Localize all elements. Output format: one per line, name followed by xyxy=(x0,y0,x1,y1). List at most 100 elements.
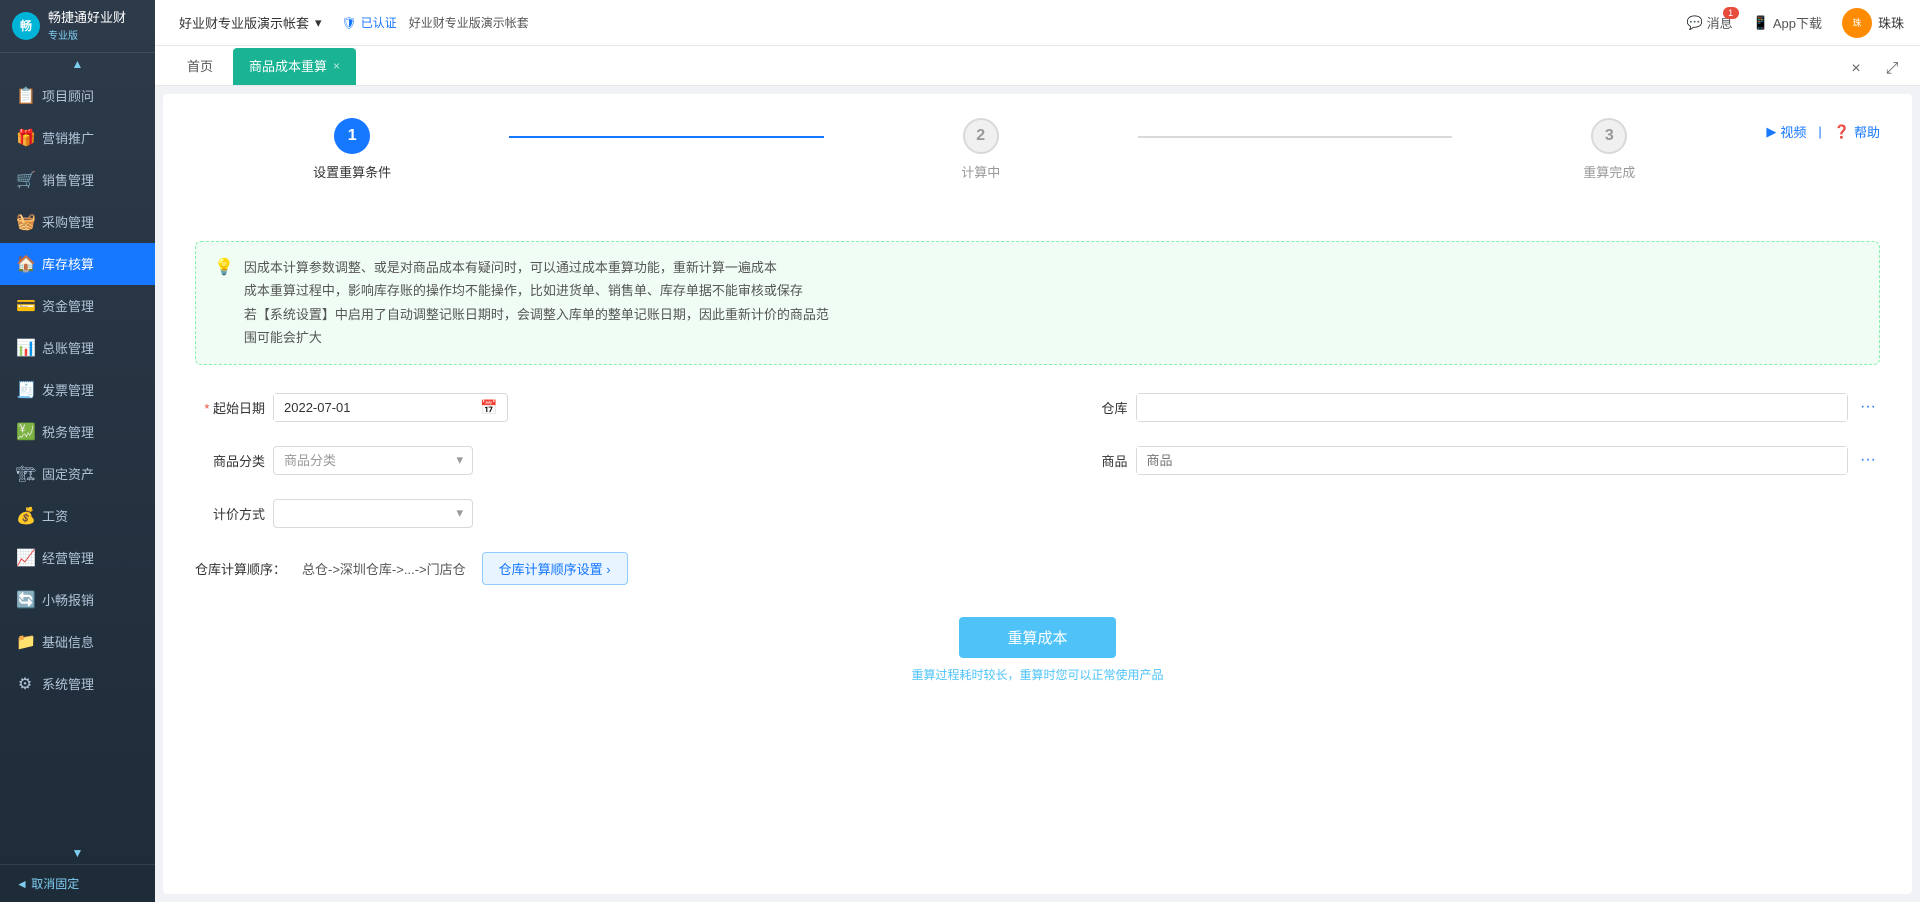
product-dots-button[interactable]: ··· xyxy=(1856,447,1880,473)
logo-text: 畅捷通好业财 专业版 xyxy=(48,10,126,42)
sidebar-item-label: 基础信息 xyxy=(42,632,94,651)
sidebar-item-operations[interactable]: 📈经营管理 xyxy=(0,537,155,579)
sidebar-item-purchase[interactable]: 🧺 采购管理 xyxy=(0,201,155,243)
app-download-button[interactable]: 📱 App下载 xyxy=(1753,13,1822,32)
expense-icon: 🔄 xyxy=(16,590,34,610)
product-input[interactable] xyxy=(1137,447,1848,474)
user-avatar-area[interactable]: 珠 珠珠 xyxy=(1842,8,1904,38)
category-field: 商品分类 商品分类 xyxy=(195,446,1018,475)
sidebar-item-accounting[interactable]: 📊总账管理 xyxy=(0,327,155,369)
steps: 1 设置重算条件 2 计算中 3 重算 xyxy=(195,118,1766,181)
tab-home[interactable]: 首页 xyxy=(171,48,229,85)
step-line-1 xyxy=(509,136,823,138)
inventory-icon: 🏠 xyxy=(16,254,34,274)
warehouse-order-label: 仓库计算顺序： xyxy=(195,559,286,578)
sidebar-item-finance[interactable]: 💳 资金管理 xyxy=(0,285,155,327)
pricing-select-wrapper xyxy=(273,499,473,528)
warehouse-order-row: 仓库计算顺序： 总仓->深圳仓库->...->门店仓 仓库计算顺序设置 › xyxy=(195,552,1880,585)
category-select[interactable]: 商品分类 xyxy=(273,446,473,475)
step-3: 3 重算完成 xyxy=(1452,118,1766,181)
tab-close-icon[interactable]: × xyxy=(333,59,340,73)
sidebar-item-label: 小畅报销 xyxy=(42,590,94,609)
sidebar-item-sales[interactable]: 🛒 销售管理 xyxy=(0,159,155,201)
tabs-bar: 首页 商品成本重算 × × ⤢ xyxy=(155,46,1920,86)
main-area: 好业财专业版演示帐套 ▾ 🛡 已认证 好业财专业版演示帐套 💬 消息 1 📱 A… xyxy=(155,0,1920,902)
sidebar-item-label: 采购管理 xyxy=(42,212,94,231)
message-icon: 💬 xyxy=(1686,15,1702,31)
messages-button[interactable]: 💬 消息 1 xyxy=(1686,13,1732,32)
step-3-label: 重算完成 xyxy=(1583,162,1635,181)
sidebar-item-tax[interactable]: 💹 税务管理 xyxy=(0,411,155,453)
sidebar-item-label: 销售管理 xyxy=(42,170,94,189)
sidebar-item-marketing[interactable]: 🎁营销推广 xyxy=(0,117,155,159)
sidebar-nav: 📋项目顾问🎁营销推广 🛒 销售管理 🧺 采购管理 🏠 库存核算 💳 资金管理 📊总账管理🧾发票管理… xyxy=(0,75,155,842)
info-box: 💡 因成本计算参数调整、或是对商品成本有疑问时，可以通过成本重算功能，重新计算一… xyxy=(195,241,1880,365)
step-2-label: 计算中 xyxy=(961,162,1000,181)
finance-icon: 💳 xyxy=(16,296,34,316)
recalculate-button[interactable]: 重算成本 xyxy=(959,617,1115,658)
close-window-button[interactable]: × xyxy=(1844,57,1868,81)
sidebar-item-project[interactable]: 📋项目顾问 xyxy=(0,75,155,117)
sidebar-item-assets[interactable]: 🏗 固定资产 xyxy=(0,453,155,495)
submit-note: 重算过程耗时较长，重算时您可以正常使用产品 xyxy=(195,666,1880,683)
top-header: 好业财专业版演示帐套 ▾ 🛡 已认证 好业财专业版演示帐套 💬 消息 1 📱 A… xyxy=(155,0,1920,46)
sidebar-item-system[interactable]: ⚙系统管理 xyxy=(0,663,155,705)
sidebar-scroll-down[interactable]: ▼ xyxy=(0,842,155,864)
sidebar: 畅 畅捷通好业财 专业版 ▲ 📋项目顾问🎁营销推广🛒销售管理🧺采购管理🏠库存核算… xyxy=(0,0,155,902)
sidebar-item-label: 工资 xyxy=(42,506,68,525)
warehouse-field: 仓库 ··· xyxy=(1058,393,1881,422)
doc-help-link[interactable]: ❓ 帮助 xyxy=(1834,122,1880,141)
assets-icon: 🏗 xyxy=(16,464,34,484)
step-help: ▶ 视频 | ❓ 帮助 xyxy=(1766,118,1880,141)
basic-icon: 📁 xyxy=(16,632,34,652)
chevron-down-icon: ▾ xyxy=(315,15,322,31)
form-row-3: 计价方式 xyxy=(195,499,1880,528)
account-selector[interactable]: 好业财专业版演示帐套 ▾ xyxy=(171,9,330,36)
product-input-wrapper xyxy=(1136,446,1849,475)
purchase-icon: 🧺 xyxy=(16,212,34,232)
help-icon: ❓ xyxy=(1834,124,1850,140)
tax-icon: 💹 xyxy=(16,422,34,442)
warehouse-dots-button[interactable]: ··· xyxy=(1856,394,1880,420)
play-icon: ▶ xyxy=(1766,124,1776,140)
submit-area: 重算成本 重算过程耗时较长，重算时您可以正常使用产品 xyxy=(195,617,1880,683)
tab-cost-recalc[interactable]: 商品成本重算 × xyxy=(233,48,356,85)
calendar-icon[interactable]: 📅 xyxy=(470,399,507,416)
category-select-wrapper: 商品分类 xyxy=(273,446,473,475)
sidebar-item-label: 税务管理 xyxy=(42,422,94,441)
product-label: 商品 xyxy=(1058,451,1128,470)
verified-badge: 🛡 已认证 xyxy=(342,14,397,31)
warehouse-input[interactable] xyxy=(1137,394,1848,421)
expand-button[interactable]: ⤢ xyxy=(1880,57,1904,81)
sidebar-item-basic[interactable]: 📁 基础信息 xyxy=(0,621,155,663)
sidebar-item-label: 资金管理 xyxy=(42,296,94,315)
sidebar-item-label: 固定资产 xyxy=(42,464,94,483)
tab-actions: × ⤢ xyxy=(1844,57,1904,85)
step-2-circle: 2 xyxy=(963,118,999,154)
step-1-circle: 1 xyxy=(334,118,370,154)
step-1-label: 设置重算条件 xyxy=(313,162,391,181)
phone-icon: 📱 xyxy=(1753,15,1769,31)
sidebar-item-label: 总账管理 xyxy=(42,338,94,357)
warehouse-order-settings-button[interactable]: 仓库计算顺序设置 › xyxy=(482,552,628,585)
pricing-select[interactable] xyxy=(273,499,473,528)
form-row-2: 商品分类 商品分类 商品 ··· xyxy=(195,446,1880,475)
info-text: 因成本计算参数调整、或是对商品成本有疑问时，可以通过成本重算功能，重新计算一遍成… xyxy=(244,256,829,350)
sidebar-item-label: 库存核算 xyxy=(42,254,94,273)
sidebar-item-expense[interactable]: 🔄 小畅报销 xyxy=(0,579,155,621)
project-icon: 📋 xyxy=(16,86,34,106)
sidebar-item-invoice[interactable]: 🧾发票管理 xyxy=(0,369,155,411)
sidebar-item-inventory[interactable]: 🏠 库存核算 xyxy=(0,243,155,285)
warehouse-input-wrapper xyxy=(1136,393,1849,422)
pricing-label: 计价方式 xyxy=(195,504,265,523)
sidebar-unpin-button[interactable]: ◄ 取消固定 xyxy=(0,864,155,902)
header-right: 💬 消息 1 📱 App下载 珠 珠珠 xyxy=(1686,8,1904,38)
start-date-label: 起始日期 xyxy=(195,398,265,417)
warehouse-label: 仓库 xyxy=(1058,398,1128,417)
sidebar-item-payroll[interactable]: 💰工资 xyxy=(0,495,155,537)
sidebar-scroll-up[interactable]: ▲ xyxy=(0,53,155,75)
sales-icon: 🛒 xyxy=(16,170,34,190)
start-date-input[interactable] xyxy=(274,394,470,421)
video-help-link[interactable]: ▶ 视频 xyxy=(1766,122,1806,141)
user-name: 珠珠 xyxy=(1878,13,1904,32)
